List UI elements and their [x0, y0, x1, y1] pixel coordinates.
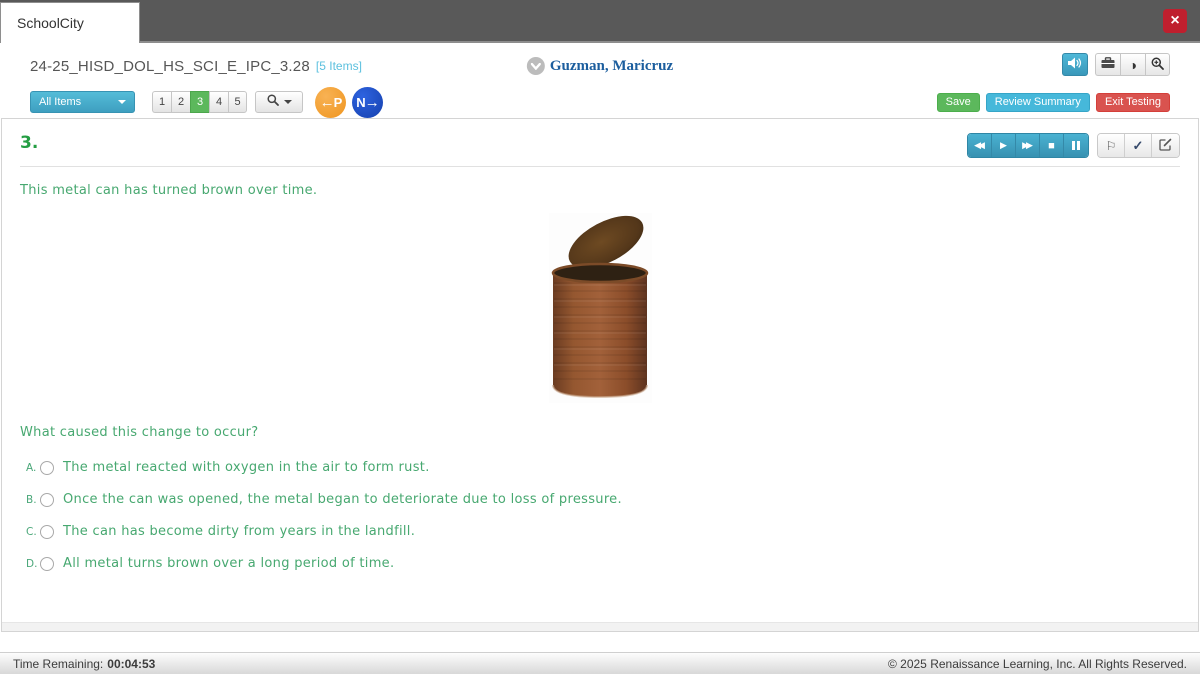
close-icon: ×: [1170, 12, 1180, 29]
item-filter-dropdown[interactable]: All Items: [30, 91, 135, 113]
question-stem: This metal can has turned brown over tim…: [20, 183, 318, 198]
check-icon: ✓: [1132, 137, 1144, 153]
previous-label: P: [333, 94, 343, 110]
option-letter: D.: [26, 557, 38, 570]
stop-button[interactable]: ■: [1040, 134, 1064, 157]
rewind-icon: ◀◀: [974, 140, 985, 150]
page-button-1[interactable]: 1: [152, 91, 171, 113]
option-text: The metal reacted with oxygen in the air…: [63, 460, 430, 475]
option-text: The can has become dirty from years in t…: [63, 524, 416, 539]
assessment-title: 24-25_HISD_DOL_HS_SCI_E_IPC_3.28: [30, 57, 310, 75]
status-footer: Time Remaining: 00:04:53 © 2025 Renaissan…: [0, 652, 1200, 674]
mark-answered-button[interactable]: ✓: [1125, 134, 1152, 157]
page-button-5[interactable]: 5: [228, 91, 247, 113]
window-titlebar: SchoolCity ×: [0, 0, 1200, 43]
option-b-radio[interactable]: [40, 492, 54, 507]
previous-item-button[interactable]: ← P: [315, 86, 346, 118]
page-button-4[interactable]: 4: [209, 91, 228, 113]
edit-note-icon: [1159, 138, 1172, 154]
question-prompt: What caused this change to occur?: [20, 425, 259, 440]
review-summary-button[interactable]: Review Summary: [985, 92, 1090, 112]
tab-title: SchoolCity: [17, 15, 84, 31]
option-letter: C.: [26, 525, 37, 538]
play-icon: ▶: [1000, 140, 1007, 150]
pause-button[interactable]: [1064, 134, 1088, 157]
next-item-button[interactable]: N →: [352, 86, 383, 118]
option-c-radio[interactable]: [40, 524, 54, 539]
panel-footer-strip: [2, 622, 1198, 631]
stop-icon: ■: [1048, 139, 1055, 152]
audio-player-controls: ◀◀ ▶ ▶▶ ■: [967, 133, 1089, 158]
question-panel: 3. ◀◀ ▶ ▶▶ ■ ⚐ ✓ This metal can has turn…: [1, 118, 1199, 632]
speaker-icon: [1068, 57, 1082, 72]
option-a-radio[interactable]: [40, 460, 54, 475]
next-label: N: [356, 94, 365, 110]
flag-item-button[interactable]: ⚐: [1098, 134, 1125, 157]
contrast-icon: ◑: [1128, 56, 1138, 73]
option-row-d: D. All metal turns brown over a long per…: [20, 556, 1180, 571]
schoolcity-test-screen: SchoolCity × 24-25_HISD_DOL_HS_SCI_E_IPC…: [0, 0, 1200, 674]
time-remaining-value: 00:04:53: [107, 656, 156, 671]
fast-forward-button[interactable]: ▶▶: [1016, 134, 1040, 157]
page-button-3-active[interactable]: 3: [190, 91, 209, 113]
play-button[interactable]: ▶: [992, 134, 1016, 157]
student-menu[interactable]: Guzman, Maricruz: [526, 57, 674, 75]
text-to-speech-button[interactable]: [1062, 53, 1088, 76]
pause-icon: [1072, 141, 1080, 150]
contrast-button[interactable]: ◑: [1120, 53, 1145, 76]
student-name: Guzman, Maricruz: [549, 57, 674, 74]
copyright-text: © 2025 Renaissance Learning, Inc. All Ri…: [887, 656, 1187, 671]
items-count-badge: [5 Items]: [315, 59, 362, 73]
time-remaining-label: Time Remaining:: [13, 656, 104, 671]
close-window-button[interactable]: ×: [1163, 9, 1187, 33]
divider: [20, 166, 1180, 167]
chevron-down-icon: [118, 100, 126, 104]
option-row-b: B. Once the can was opened, the metal be…: [20, 492, 1180, 507]
exit-testing-button[interactable]: Exit Testing: [1095, 92, 1170, 112]
flag-icon: ⚐: [1105, 138, 1117, 153]
item-pager: 1 2 3 4 5: [152, 91, 247, 113]
item-mark-controls: ⚐ ✓: [1097, 133, 1180, 158]
tools-button[interactable]: [1095, 53, 1120, 76]
search-items-dropdown[interactable]: [255, 91, 303, 113]
save-button[interactable]: Save: [936, 92, 980, 112]
avatar-chevron-icon: [526, 57, 545, 75]
briefcase-icon: [1101, 57, 1115, 72]
arrow-right-icon: →: [364, 93, 380, 111]
chevron-down-icon: [283, 100, 292, 104]
option-letter: A.: [26, 461, 37, 474]
item-filter-label: All Items: [39, 96, 82, 108]
rewind-button[interactable]: ◀◀: [968, 134, 992, 157]
notes-button[interactable]: [1152, 134, 1179, 157]
option-letter: B.: [26, 493, 37, 506]
option-text: Once the can was opened, the metal began…: [63, 492, 622, 507]
option-d-radio[interactable]: [40, 556, 54, 571]
answer-options: A. The metal reacted with oxygen in the …: [20, 460, 1180, 571]
arrow-left-icon: ←: [319, 93, 335, 111]
time-remaining: Time Remaining: 00:04:53: [13, 657, 155, 671]
zoom-button[interactable]: [1145, 53, 1170, 76]
rusty-can-image: [548, 213, 652, 403]
zoom-in-icon: [1151, 57, 1164, 73]
browser-tab[interactable]: SchoolCity: [0, 2, 140, 43]
option-row-c: C. The can has become dirty from years i…: [20, 524, 1180, 539]
question-number: 3.: [20, 133, 39, 153]
option-row-a: A. The metal reacted with oxygen in the …: [20, 460, 1180, 475]
page-button-2[interactable]: 2: [171, 91, 190, 113]
fast-forward-icon: ▶▶: [1022, 140, 1033, 150]
option-text: All metal turns brown over a long period…: [63, 556, 395, 571]
search-icon: [266, 93, 279, 111]
header: 24-25_HISD_DOL_HS_SCI_E_IPC_3.28 [5 Item…: [0, 43, 1200, 125]
